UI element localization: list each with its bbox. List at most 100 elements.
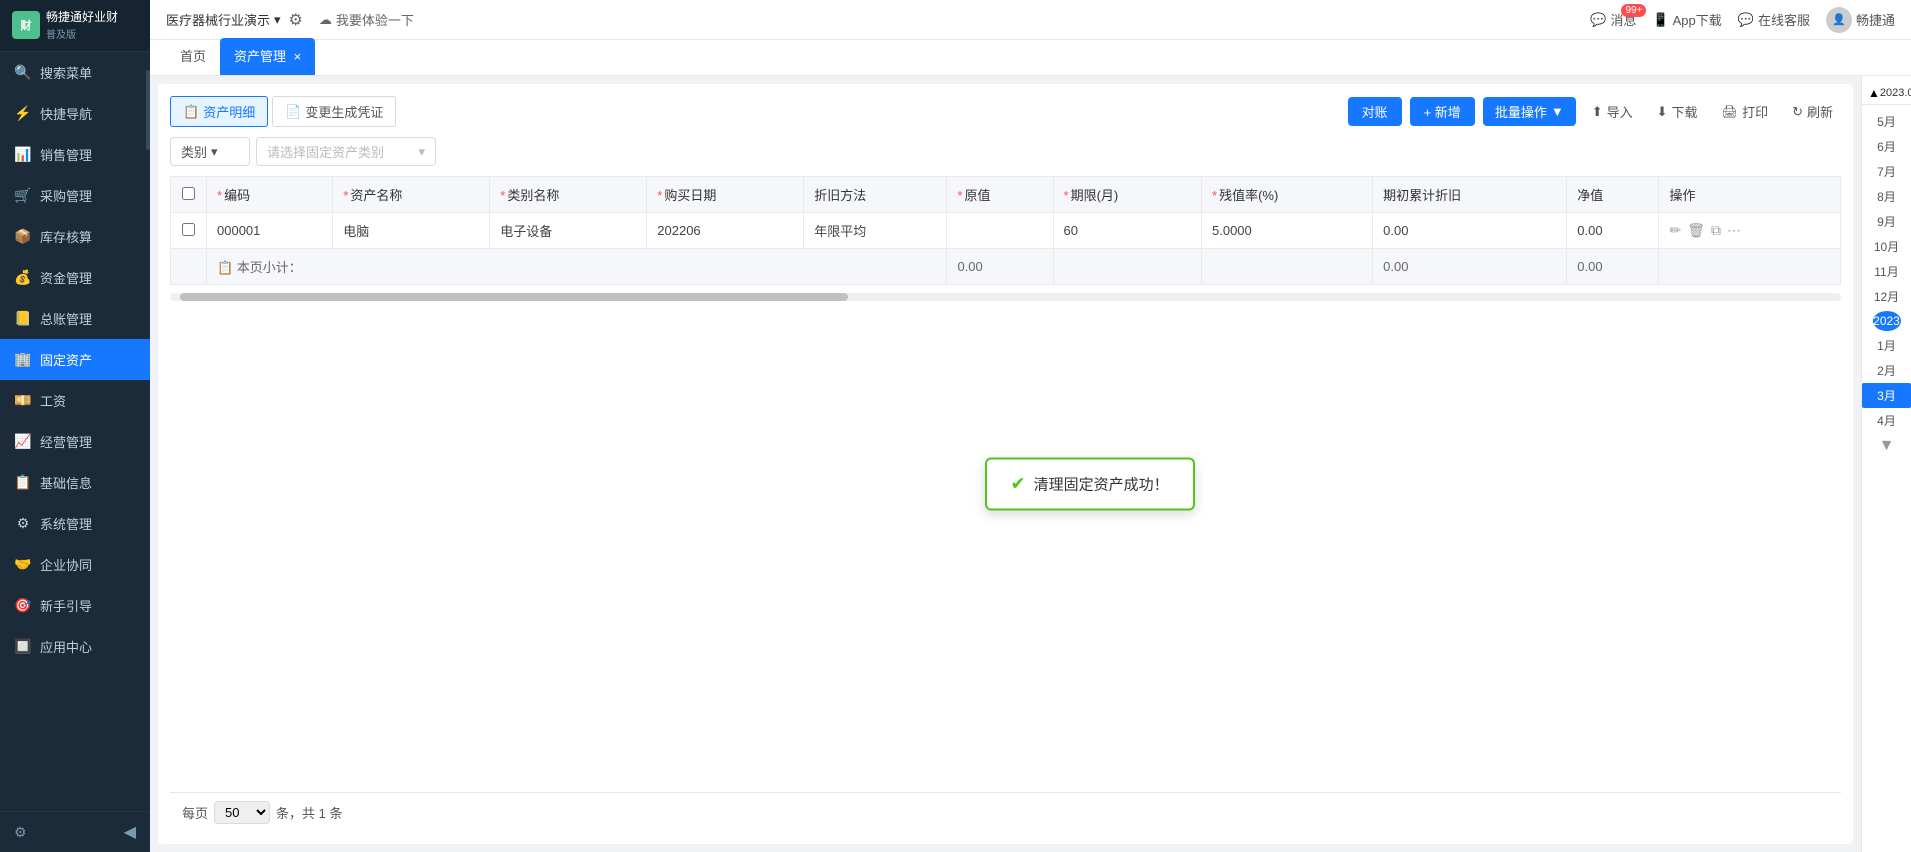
sidebar-item-工资[interactable]: 💴 工资: [0, 380, 150, 421]
sidebar-item-总账管理[interactable]: 📒总账管理: [0, 298, 150, 339]
th-net-value: 净值: [1567, 177, 1659, 213]
month-7[interactable]: 7月: [1862, 159, 1911, 184]
per-page-label: 每页: [182, 803, 208, 822]
sidebar-icon: 🔍: [14, 64, 32, 81]
month-4[interactable]: 4月: [1862, 408, 1911, 433]
month-11[interactable]: 11月: [1862, 259, 1911, 284]
category-value-select[interactable]: 请选择固定资产类别 ▾: [256, 137, 436, 166]
print-icon: 🖨: [1722, 104, 1739, 120]
category-type-select[interactable]: 类别 ▾: [170, 137, 250, 166]
sidebar-item-新手引导[interactable]: 🎯新手引导: [0, 585, 150, 626]
sidebar-label: 系统管理: [40, 514, 92, 533]
more-icon[interactable]: ⋯: [1727, 222, 1741, 239]
horizontal-scrollbar[interactable]: [170, 293, 1841, 301]
sidebar-item-销售管理[interactable]: 📊销售管理: [0, 134, 150, 175]
subtotal-label-cell: 📋 本页小计：: [207, 249, 947, 285]
main-area: 医疗器械行业演示 ▾ ⚙ ☁ 我要体验一下 💬 消息 99+ 📱 App下载 💬…: [150, 0, 1911, 852]
sidebar-item-库存核算[interactable]: 📦库存核算: [0, 216, 150, 257]
import-icon: ⬆: [1592, 104, 1603, 120]
sidebar-item-系统管理[interactable]: ⚙ 系统管理: [0, 503, 150, 544]
new-button[interactable]: + 新增: [1410, 97, 1475, 126]
content-area: 📋 资产明细 📄 变更生成凭证 对账 + 新增 批量操作 ▼ ⬆: [150, 76, 1911, 852]
cell-asset-name: 电脑: [333, 213, 490, 249]
month-8[interactable]: 8月: [1862, 184, 1911, 209]
month-1[interactable]: 1月: [1862, 333, 1911, 358]
sidebar-item-采购管理[interactable]: 🛒采购管理: [0, 175, 150, 216]
sidebar-icon: 🔲: [14, 638, 32, 655]
message-button[interactable]: 💬 消息 99+: [1590, 10, 1636, 29]
th-category: *类别名称: [490, 177, 647, 213]
sidebar-icon: 💴: [14, 392, 32, 409]
month-9[interactable]: 9月: [1862, 209, 1911, 234]
experience-button[interactable]: ☁ 我要体验一下: [319, 10, 414, 29]
refresh-button[interactable]: ↻ 刷新: [1784, 97, 1841, 126]
reconcile-button[interactable]: 对账: [1348, 97, 1402, 126]
cell-purchase-date: 202206: [647, 213, 804, 249]
download-button[interactable]: ⬇ 下载: [1649, 97, 1706, 126]
sidebar-label: 工资: [40, 391, 66, 410]
year-2023-badge[interactable]: 2023: [1873, 311, 1901, 331]
batch-operation-button[interactable]: 批量操作 ▼: [1483, 97, 1576, 126]
tab-home[interactable]: 首页: [166, 38, 220, 75]
print-button[interactable]: 🖨 打印: [1714, 97, 1777, 126]
cell-residual-rate: 5.0000: [1202, 213, 1373, 249]
company-selector[interactable]: 医疗器械行业演示 ▾: [166, 10, 281, 29]
month-12[interactable]: 12月: [1862, 284, 1911, 309]
user-avatar[interactable]: 👤 畅捷通: [1826, 7, 1895, 33]
per-page-select[interactable]: 50 10 20 100: [214, 801, 270, 824]
sub-tab-voucher[interactable]: 📄 变更生成凭证: [272, 96, 396, 127]
th-asset-name: *资产名称: [333, 177, 490, 213]
month-6[interactable]: 6月: [1862, 134, 1911, 159]
app-download-button[interactable]: 📱 App下载: [1652, 10, 1721, 29]
tab-asset-management[interactable]: 资产管理 ×: [220, 38, 315, 75]
sidebar-item-固定资产[interactable]: 🏢固定资产: [0, 339, 150, 380]
content-main: 📋 资产明细 📄 变更生成凭证 对账 + 新增 批量操作 ▼ ⬆: [158, 84, 1853, 844]
sidebar-item-企业协同[interactable]: 🤝企业协同: [0, 544, 150, 585]
header-settings-icon[interactable]: ⚙: [289, 10, 303, 30]
month-5[interactable]: 5月: [1862, 109, 1911, 134]
sidebar-label: 应用中心: [40, 637, 92, 656]
th-depreciation-method: 折旧方法: [804, 177, 947, 213]
sidebar-item-资金管理[interactable]: 💰资金管理: [0, 257, 150, 298]
tab-close-icon[interactable]: ×: [294, 49, 302, 64]
subtotal-residual: [1202, 249, 1373, 285]
sidebar-item-搜索菜单[interactable]: 🔍 搜索菜单: [0, 52, 150, 93]
sidebar-icon: ⚙: [14, 515, 32, 532]
cell-category: 电子设备: [490, 213, 647, 249]
sidebar-label: 搜索菜单: [40, 63, 92, 82]
select-all-checkbox[interactable]: [182, 187, 195, 200]
row-checkbox[interactable]: [182, 223, 195, 236]
settings-bottom-icon[interactable]: ⚙: [14, 824, 27, 841]
cell-accumulated-depreciation: 0.00: [1373, 213, 1567, 249]
month-3-current[interactable]: 3月: [1862, 383, 1911, 408]
month-10[interactable]: 10月: [1862, 234, 1911, 259]
success-check-icon: ✔: [1010, 474, 1025, 495]
delete-icon[interactable]: 🗑: [1687, 222, 1705, 239]
cell-period: 60: [1053, 213, 1202, 249]
download-icon: 📱: [1652, 12, 1668, 28]
batch-dropdown-icon: ▼: [1551, 104, 1564, 119]
sidebar-item-快捷导航[interactable]: ⚡快捷导航: [0, 93, 150, 134]
right-panel-title: 2023.03: [1880, 87, 1911, 99]
logo-icon: 财: [12, 11, 40, 39]
sidebar-icon: 📋: [14, 474, 32, 491]
sidebar-item-基础信息[interactable]: 📋基础信息: [0, 462, 150, 503]
right-panel-up-icon[interactable]: ▲: [1868, 86, 1880, 100]
sub-tab-asset-detail[interactable]: 📋 资产明细: [170, 96, 268, 127]
month-2[interactable]: 2月: [1862, 358, 1911, 383]
refresh-icon: ↻: [1792, 104, 1803, 120]
sidebar-item-应用中心[interactable]: 🔲 应用中心: [0, 626, 150, 667]
right-panel-bottom-arrow[interactable]: ▼: [1879, 437, 1895, 454]
th-accumulated-depreciation: 期初累计折旧: [1373, 177, 1567, 213]
copy-icon[interactable]: ⧉: [1711, 222, 1721, 239]
sidebar-collapse-button[interactable]: ◀: [124, 822, 136, 842]
edit-icon[interactable]: ✏: [1669, 222, 1681, 239]
th-period: *期限(月): [1053, 177, 1202, 213]
online-service-button[interactable]: 💬 在线客服: [1738, 10, 1810, 29]
company-name: 医疗器械行业演示: [166, 10, 270, 29]
sub-tab-voucher-icon: 📄: [285, 104, 301, 120]
sidebar-icon: 🛒: [14, 187, 32, 204]
import-button[interactable]: ⬆ 导入: [1584, 97, 1641, 126]
sidebar-item-经营管理[interactable]: 📈经营管理: [0, 421, 150, 462]
sidebar-icon: 🤝: [14, 556, 32, 573]
